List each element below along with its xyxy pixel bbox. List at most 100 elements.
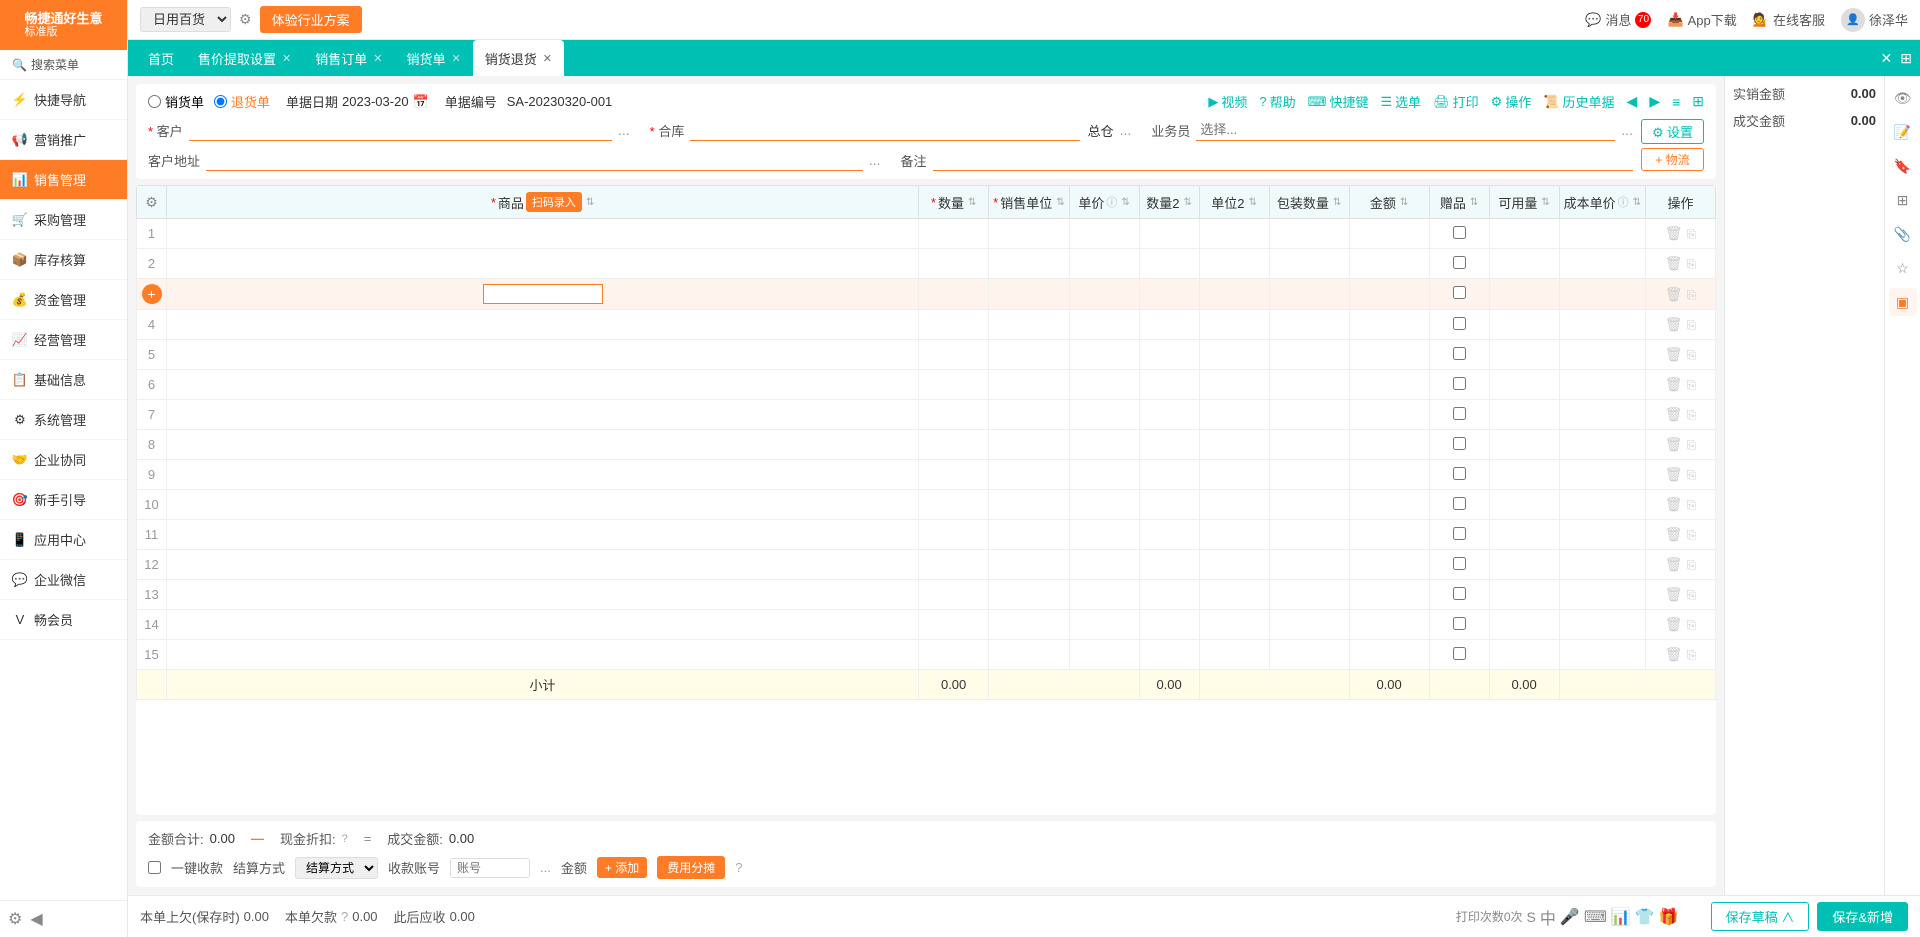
gift-checkbox[interactable]	[1453, 286, 1466, 299]
delete-row-icon[interactable]: 🗑	[1665, 466, 1683, 482]
gift-checkbox[interactable]	[1453, 377, 1466, 390]
gift-checkbox[interactable]	[1453, 557, 1466, 570]
customer-select-icon[interactable]: ...	[618, 122, 630, 138]
sidebar-item-ops[interactable]: 📈 经营管理	[0, 320, 127, 360]
sort-icon[interactable]: ⇅	[1470, 197, 1478, 208]
delete-row-icon[interactable]: 🗑	[1665, 286, 1683, 302]
sort-icon[interactable]: ⇅	[1400, 197, 1408, 208]
copy-row-icon[interactable]: ⎘	[1687, 257, 1697, 271]
tool-icon-4[interactable]: ⌨	[1584, 907, 1607, 927]
logistics-button[interactable]: + 物流	[1641, 148, 1704, 171]
sidebar-item-quick-nav[interactable]: ⚡ 快捷导航	[0, 80, 127, 120]
sidebar-item-vip[interactable]: V 畅会员	[0, 600, 127, 640]
right-panel-note-icon[interactable]: 📝	[1889, 118, 1917, 146]
experience-button[interactable]: 体验行业方案	[260, 6, 362, 33]
setting-button[interactable]: ⚙ 设置	[1641, 119, 1704, 144]
gift-checkbox[interactable]	[1453, 617, 1466, 630]
add-payment-button[interactable]: + 添加	[597, 857, 647, 878]
gift-checkbox[interactable]	[1453, 467, 1466, 480]
delete-row-icon[interactable]: 🗑	[1665, 496, 1683, 512]
sidebar-item-new-guide[interactable]: 🎯 新手引导	[0, 480, 127, 520]
sort-icon[interactable]: ⇅	[1184, 197, 1192, 208]
print-action[interactable]: 🖨 打印	[1433, 92, 1479, 111]
delete-row-icon[interactable]: 🗑	[1665, 346, 1683, 362]
sidebar-item-sys-mgmt[interactable]: ⚙ 系统管理	[0, 400, 127, 440]
tab-sale-price[interactable]: 售价提取设置 ✕	[186, 40, 303, 76]
delete-row-icon[interactable]: 🗑	[1665, 436, 1683, 452]
gift-checkbox[interactable]	[1453, 256, 1466, 269]
delete-row-icon[interactable]: 🗑	[1665, 316, 1683, 332]
copy-row-icon[interactable]: ⎘	[1687, 498, 1697, 512]
list-view-icon[interactable]: ≡	[1672, 94, 1680, 110]
operate-action[interactable]: ⚙ 操作	[1491, 92, 1532, 111]
address-select-icon[interactable]: ...	[869, 152, 881, 168]
delete-row-icon[interactable]: 🗑	[1665, 616, 1683, 632]
sidebar-item-marketing[interactable]: 📢 营销推广	[0, 120, 127, 160]
tool-icon-6[interactable]: 👕	[1635, 907, 1655, 927]
gift-checkbox[interactable]	[1453, 317, 1466, 330]
tab-close-icon[interactable]: ✕	[282, 52, 291, 65]
prev-record-icon[interactable]: ◀	[1627, 93, 1638, 110]
copy-row-icon[interactable]: ⎘	[1687, 378, 1697, 392]
calendar-icon[interactable]: 📅	[413, 94, 429, 110]
delete-row-icon[interactable]: 🗑	[1665, 646, 1683, 662]
account-select-icon[interactable]: ...	[540, 860, 551, 875]
right-panel-star-icon[interactable]: ☆	[1889, 254, 1917, 282]
history-action[interactable]: 📜 历史单据	[1543, 92, 1614, 111]
online-service-item[interactable]: 💁 在线客服	[1753, 10, 1825, 29]
right-panel-active-icon[interactable]: ▣	[1889, 288, 1917, 316]
gift-checkbox[interactable]	[1453, 587, 1466, 600]
copy-row-icon[interactable]: ⎘	[1687, 348, 1697, 362]
copy-row-icon[interactable]: ⎘	[1687, 528, 1697, 542]
gift-checkbox[interactable]	[1453, 497, 1466, 510]
tab-sale-delivery[interactable]: 销货单 ✕	[394, 40, 472, 76]
gift-checkbox[interactable]	[1453, 527, 1466, 540]
col-header-gear[interactable]: ⚙	[137, 186, 167, 219]
help-action[interactable]: ? 帮助	[1259, 92, 1295, 111]
gift-checkbox[interactable]	[1453, 347, 1466, 360]
remark-input[interactable]	[933, 149, 1633, 171]
right-panel-grid-icon[interactable]: ⊞	[1889, 186, 1917, 214]
copy-row-icon[interactable]: ⎘	[1687, 648, 1697, 662]
doc-type-sale-radio[interactable]: 销货单	[148, 92, 204, 111]
sidebar-item-finance[interactable]: 💰 资金管理	[0, 280, 127, 320]
add-row-button[interactable]: +	[142, 284, 162, 304]
scan-input-button[interactable]: 扫码录入	[526, 192, 582, 212]
sort-icon[interactable]: ⇅	[968, 197, 976, 208]
search-menu[interactable]: 🔍 搜索菜单	[0, 50, 127, 80]
one-key-collect-checkbox[interactable]	[148, 861, 161, 874]
sidebar-item-inventory[interactable]: 📦 库存核算	[0, 240, 127, 280]
salesperson-input[interactable]	[1196, 119, 1615, 141]
save-draft-button[interactable]: 保存草稿 ∧	[1711, 902, 1810, 931]
tab-sale-return[interactable]: 销货退货 ✕	[473, 40, 564, 76]
delete-row-icon[interactable]: 🗑	[1665, 556, 1683, 572]
copy-row-icon[interactable]: ⎘	[1687, 227, 1697, 241]
discount-info-icon[interactable]: ?	[342, 833, 348, 845]
delete-row-icon[interactable]: 🗑	[1665, 376, 1683, 392]
delete-row-icon[interactable]: 🗑	[1665, 255, 1683, 271]
return-radio-input[interactable]	[214, 95, 227, 108]
gift-checkbox[interactable]	[1453, 407, 1466, 420]
price-info-icon[interactable]: ⓘ	[1106, 194, 1117, 210]
fee-help-icon[interactable]: ?	[735, 860, 742, 875]
tab-sale-order[interactable]: 销售订单 ✕	[303, 40, 394, 76]
sort-icon[interactable]: ⇅	[1541, 197, 1549, 208]
close-tab-icon[interactable]: ✕	[1881, 50, 1893, 67]
salesperson-select-icon[interactable]: ...	[1621, 122, 1633, 138]
warehouse-select-icon[interactable]: ...	[1120, 122, 1132, 138]
sidebar-item-enterprise[interactable]: 🤝 企业协同	[0, 440, 127, 480]
user-avatar-item[interactable]: 👤 徐泽华	[1841, 8, 1908, 32]
header-gear-button[interactable]: ⚙	[239, 11, 252, 28]
sidebar-item-enterprise-wechat[interactable]: 💬 企业微信	[0, 560, 127, 600]
delete-row-icon[interactable]: 🗑	[1665, 526, 1683, 542]
gear-icon[interactable]: ⚙	[145, 194, 158, 210]
warehouse-input[interactable]	[690, 119, 1079, 141]
gift-checkbox[interactable]	[1453, 647, 1466, 660]
tool-icon-2[interactable]: 中	[1540, 905, 1556, 929]
sale-radio-input[interactable]	[148, 95, 161, 108]
delete-row-icon[interactable]: 🗑	[1665, 225, 1683, 241]
video-action[interactable]: ▶ 视频	[1208, 92, 1247, 111]
delete-row-icon[interactable]: 🗑	[1665, 406, 1683, 422]
save-new-button[interactable]: 保存&新增	[1817, 902, 1908, 931]
tool-icon-5[interactable]: 📊	[1611, 907, 1631, 927]
